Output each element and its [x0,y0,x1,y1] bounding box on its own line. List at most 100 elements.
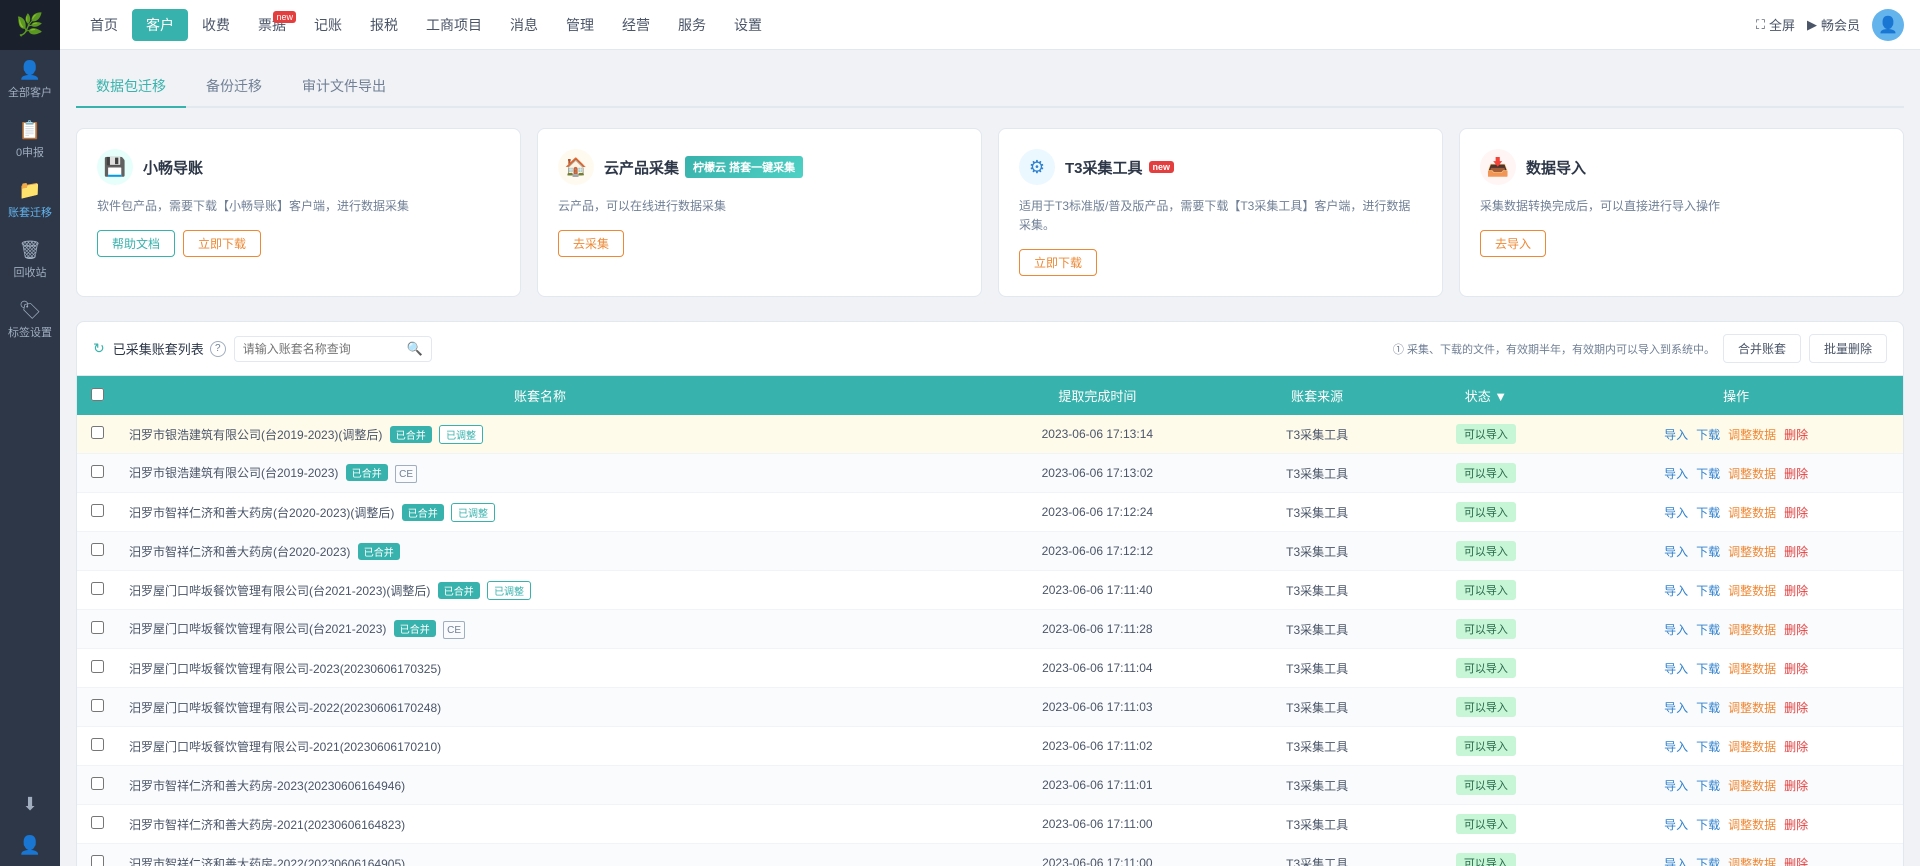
search-input[interactable] [243,342,403,356]
sidebar-item-recycle[interactable]: 🗑 回收站 [0,230,60,290]
action-导入[interactable]: 导入 [1664,816,1688,833]
download-now-button[interactable]: 立即下载 [183,230,261,257]
row-checkbox[interactable] [91,426,104,439]
action-下载[interactable]: 下载 [1696,816,1720,833]
action-导入[interactable]: 导入 [1664,543,1688,560]
action-下载[interactable]: 下载 [1696,621,1720,638]
row-checkbox[interactable] [91,738,104,751]
go-collect-button[interactable]: 去采集 [558,230,624,257]
nav-message[interactable]: 消息 [496,9,552,41]
nav-accounting[interactable]: 记账 [300,9,356,41]
ce-icon[interactable]: CE [443,621,465,639]
sidebar-item-tag-settings[interactable]: 🏷 标签设置 [0,290,60,350]
action-调整数据[interactable]: 调整数据 [1728,426,1776,443]
action-下载[interactable]: 下载 [1696,543,1720,560]
action-导入[interactable]: 导入 [1664,465,1688,482]
row-checkbox[interactable] [91,621,104,634]
action-导入[interactable]: 导入 [1664,582,1688,599]
batch-delete-btn[interactable]: 批量删除 [1809,334,1887,363]
action-删除[interactable]: 删除 [1784,582,1808,599]
action-下载[interactable]: 下载 [1696,582,1720,599]
action-下载[interactable]: 下载 [1696,504,1720,521]
nav-fee[interactable]: 收费 [188,9,244,41]
action-删除[interactable]: 删除 [1784,777,1808,794]
action-下载[interactable]: 下载 [1696,738,1720,755]
action-删除[interactable]: 删除 [1784,621,1808,638]
action-调整数据[interactable]: 调整数据 [1728,777,1776,794]
nav-invoice[interactable]: 票据 new [244,9,300,41]
action-导入[interactable]: 导入 [1664,738,1688,755]
select-all-checkbox[interactable] [91,388,104,401]
row-checkbox[interactable] [91,699,104,712]
action-调整数据[interactable]: 调整数据 [1728,621,1776,638]
t3-download-button[interactable]: 立即下载 [1019,249,1097,276]
member-btn[interactable]: ▶ 畅会员 [1807,15,1860,34]
ce-icon[interactable]: CE [395,465,417,483]
row-checkbox[interactable] [91,465,104,478]
tab-audit-export[interactable]: 审计文件导出 [282,66,406,108]
action-下载[interactable]: 下载 [1696,465,1720,482]
action-导入[interactable]: 导入 [1664,855,1688,866]
row-checkbox[interactable] [91,816,104,829]
sidebar-item-account-migration[interactable]: 📁 账套迁移 [0,170,60,230]
action-导入[interactable]: 导入 [1664,699,1688,716]
action-下载[interactable]: 下载 [1696,777,1720,794]
refresh-icon[interactable]: ↻ [93,340,105,357]
action-删除[interactable]: 删除 [1784,660,1808,677]
action-调整数据[interactable]: 调整数据 [1728,543,1776,560]
action-删除[interactable]: 删除 [1784,816,1808,833]
action-导入[interactable]: 导入 [1664,621,1688,638]
action-导入[interactable]: 导入 [1664,660,1688,677]
action-删除[interactable]: 删除 [1784,699,1808,716]
tab-data-migration[interactable]: 数据包迁移 [76,66,186,108]
action-调整数据[interactable]: 调整数据 [1728,738,1776,755]
sidebar-item-user[interactable]: 👤 [0,825,60,866]
fullscreen-btn[interactable]: ⛶ 全屏 [1756,15,1795,34]
sidebar-item-zero-declaration[interactable]: 📋 0申报 [0,110,60,170]
action-删除[interactable]: 删除 [1784,855,1808,866]
action-下载[interactable]: 下载 [1696,699,1720,716]
action-调整数据[interactable]: 调整数据 [1728,504,1776,521]
action-下载[interactable]: 下载 [1696,426,1720,443]
action-删除[interactable]: 删除 [1784,426,1808,443]
action-调整数据[interactable]: 调整数据 [1728,660,1776,677]
row-checkbox[interactable] [91,660,104,673]
action-调整数据[interactable]: 调整数据 [1728,582,1776,599]
action-调整数据[interactable]: 调整数据 [1728,855,1776,866]
avatar[interactable]: 👤 [1872,9,1904,41]
nav-customer[interactable]: 客户 [132,9,188,41]
action-调整数据[interactable]: 调整数据 [1728,816,1776,833]
merge-btn[interactable]: 合并账套 [1723,334,1801,363]
row-checkbox[interactable] [91,777,104,790]
row-checkbox[interactable] [91,504,104,517]
nav-operation[interactable]: 经营 [608,9,664,41]
nav-settings[interactable]: 设置 [720,9,776,41]
action-下载[interactable]: 下载 [1696,660,1720,677]
action-删除[interactable]: 删除 [1784,465,1808,482]
row-checkbox[interactable] [91,543,104,556]
nav-tax[interactable]: 报税 [356,9,412,41]
go-import-button[interactable]: 去导入 [1480,230,1546,257]
nav-manage[interactable]: 管理 [552,9,608,41]
action-删除[interactable]: 删除 [1784,543,1808,560]
action-删除[interactable]: 删除 [1784,738,1808,755]
nav-service[interactable]: 服务 [664,9,720,41]
action-导入[interactable]: 导入 [1664,426,1688,443]
col-status: 状态 ▼ [1403,376,1570,415]
action-调整数据[interactable]: 调整数据 [1728,465,1776,482]
nav-home[interactable]: 首页 [76,9,132,41]
nav-bizproject[interactable]: 工商项目 [412,9,496,41]
row-checkbox[interactable] [91,855,104,866]
search-icon[interactable]: 🔍 [407,341,423,357]
action-删除[interactable]: 删除 [1784,504,1808,521]
tab-backup-migration[interactable]: 备份迁移 [186,66,282,108]
action-下载[interactable]: 下载 [1696,855,1720,866]
help-doc-button[interactable]: 帮助文档 [97,230,175,257]
action-导入[interactable]: 导入 [1664,504,1688,521]
action-导入[interactable]: 导入 [1664,777,1688,794]
action-调整数据[interactable]: 调整数据 [1728,699,1776,716]
sidebar-item-download[interactable]: ⬇ [0,784,60,825]
card-title-yunpincai: 云产品采集 柠檬云 搭套一键采集 [604,156,803,178]
row-checkbox[interactable] [91,582,104,595]
sidebar-item-all-clients[interactable]: 👤 全部客户 [0,50,60,110]
